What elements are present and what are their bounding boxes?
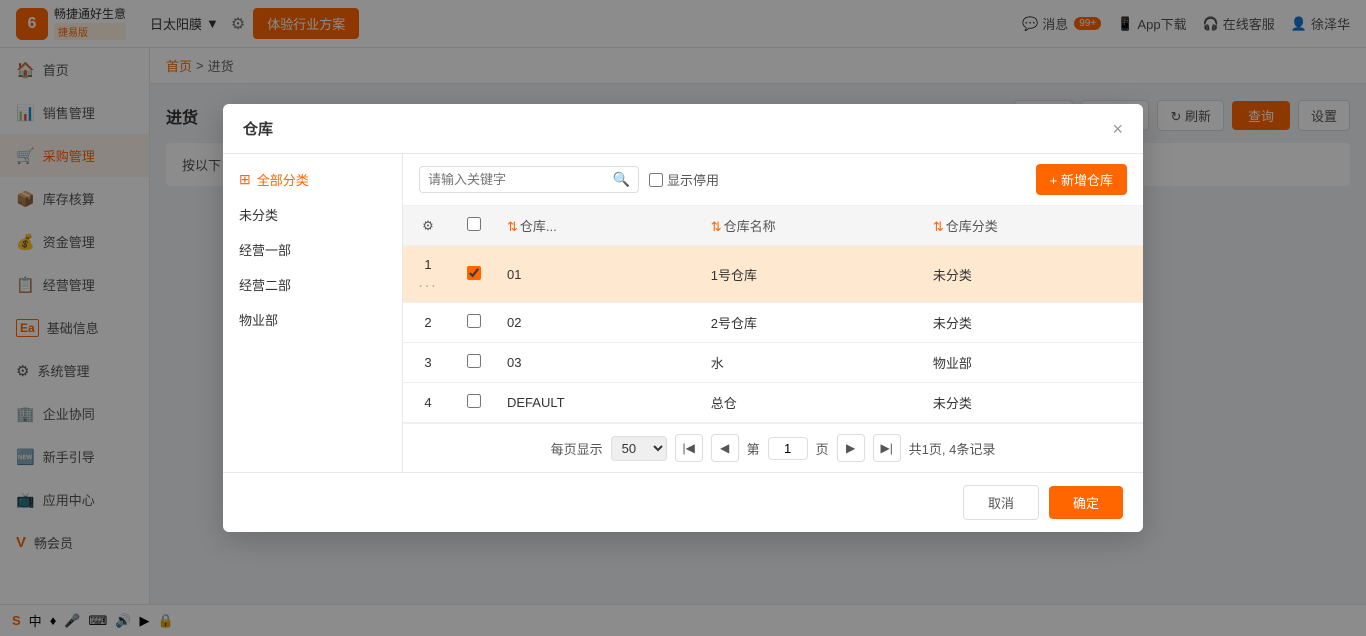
modal-body: ⊞ 全部分类 未分类 经营一部 经营二部 物业部 《 [223, 154, 1143, 472]
tree-collapse-btn[interactable]: 《 [402, 293, 403, 333]
next-page-btn[interactable]: ▶ [837, 434, 865, 462]
warehouse-table-wrap: ⚙ ⇅仓库... ⇅仓库名称 ⇅仓库分类 1 ... 01 1号仓库 未分类 [403, 206, 1143, 423]
table-row[interactable]: 3 03 水 物业部 [403, 343, 1143, 383]
row-id: 4 [403, 383, 453, 423]
table-row[interactable]: 1 ... 01 1号仓库 未分类 [403, 246, 1143, 303]
th-name[interactable]: ⇅仓库名称 [699, 206, 921, 246]
row-code: DEFAULT [495, 383, 699, 423]
show-disabled-label[interactable]: 显示停用 [649, 170, 719, 189]
select-all-checkbox[interactable] [467, 217, 481, 231]
tree-all-icon: ⊞ [239, 171, 251, 188]
confirm-btn[interactable]: 确定 [1049, 486, 1123, 519]
row-code: 01 [495, 246, 699, 303]
row-name: 水 [699, 343, 921, 383]
th-category[interactable]: ⇅仓库分类 [921, 206, 1143, 246]
per-page-select[interactable]: 50 20 100 [611, 436, 667, 461]
warehouse-tbody: 1 ... 01 1号仓库 未分类 2 02 2号仓库 未分类 3 03 水 物… [403, 246, 1143, 423]
row-name: 2号仓库 [699, 303, 921, 343]
row-id: 3 [403, 343, 453, 383]
sort-code-icon: ⇅ [507, 219, 518, 234]
modal-overlay[interactable]: 仓库 × ⊞ 全部分类 未分类 经营一部 经营二部 [0, 0, 1366, 636]
row-checkbox[interactable] [453, 383, 495, 423]
tree-item-ops1[interactable]: 经营一部 [223, 232, 402, 267]
search-icon: 🔍 [613, 171, 630, 188]
warehouse-table: ⚙ ⇅仓库... ⇅仓库名称 ⇅仓库分类 1 ... 01 1号仓库 未分类 [403, 206, 1143, 423]
th-code[interactable]: ⇅仓库... [495, 206, 699, 246]
modal-footer: 取消 确定 [223, 472, 1143, 532]
show-disabled-checkbox[interactable] [649, 173, 663, 187]
warehouse-modal: 仓库 × ⊞ 全部分类 未分类 经营一部 经营二部 [223, 104, 1143, 532]
first-page-btn[interactable]: |◀ [675, 434, 703, 462]
tree-item-property[interactable]: 物业部 [223, 302, 402, 337]
tree-item-all[interactable]: ⊞ 全部分类 [223, 162, 402, 197]
tree-item-uncategorized[interactable]: 未分类 [223, 197, 402, 232]
row-category: 物业部 [921, 343, 1143, 383]
pagination: 每页显示 50 20 100 |◀ ◀ 第 页 ▶ ▶| 共1页, 4条记录 [403, 423, 1143, 472]
search-box: 🔍 [419, 166, 639, 193]
row-checkbox[interactable] [453, 246, 495, 303]
table-row[interactable]: 2 02 2号仓库 未分类 [403, 303, 1143, 343]
table-header-row: ⚙ ⇅仓库... ⇅仓库名称 ⇅仓库分类 [403, 206, 1143, 246]
sort-category-icon: ⇅ [933, 219, 944, 234]
row-code: 02 [495, 303, 699, 343]
th-checkbox [453, 206, 495, 246]
tree-item-ops2[interactable]: 经营二部 [223, 267, 402, 302]
modal-close-btn[interactable]: × [1112, 120, 1123, 138]
row-dots: ... [418, 274, 437, 291]
modal-title: 仓库 [243, 118, 273, 139]
row-id: 2 [403, 303, 453, 343]
search-input[interactable] [428, 172, 607, 187]
row-category: 未分类 [921, 246, 1143, 303]
row-code: 03 [495, 343, 699, 383]
row-category: 未分类 [921, 383, 1143, 423]
sort-name-icon: ⇅ [711, 219, 722, 234]
content-toolbar: 🔍 显示停用 + 新增仓库 [403, 154, 1143, 206]
row-checkbox[interactable] [453, 343, 495, 383]
row-name: 1号仓库 [699, 246, 921, 303]
add-warehouse-btn[interactable]: + 新增仓库 [1036, 164, 1127, 195]
row-name: 总仓 [699, 383, 921, 423]
row-category: 未分类 [921, 303, 1143, 343]
last-page-btn[interactable]: ▶| [873, 434, 901, 462]
page-number-input[interactable] [768, 437, 808, 460]
th-settings: ⚙ [403, 206, 453, 246]
content-panel: 🔍 显示停用 + 新增仓库 ⚙ [403, 154, 1143, 472]
row-id: 1 ... [403, 246, 453, 303]
table-row[interactable]: 4 DEFAULT 总仓 未分类 [403, 383, 1143, 423]
modal-header: 仓库 × [223, 104, 1143, 154]
cancel-btn[interactable]: 取消 [963, 485, 1039, 520]
tree-panel: ⊞ 全部分类 未分类 经营一部 经营二部 物业部 《 [223, 154, 403, 472]
row-checkbox[interactable] [453, 303, 495, 343]
prev-page-btn[interactable]: ◀ [711, 434, 739, 462]
